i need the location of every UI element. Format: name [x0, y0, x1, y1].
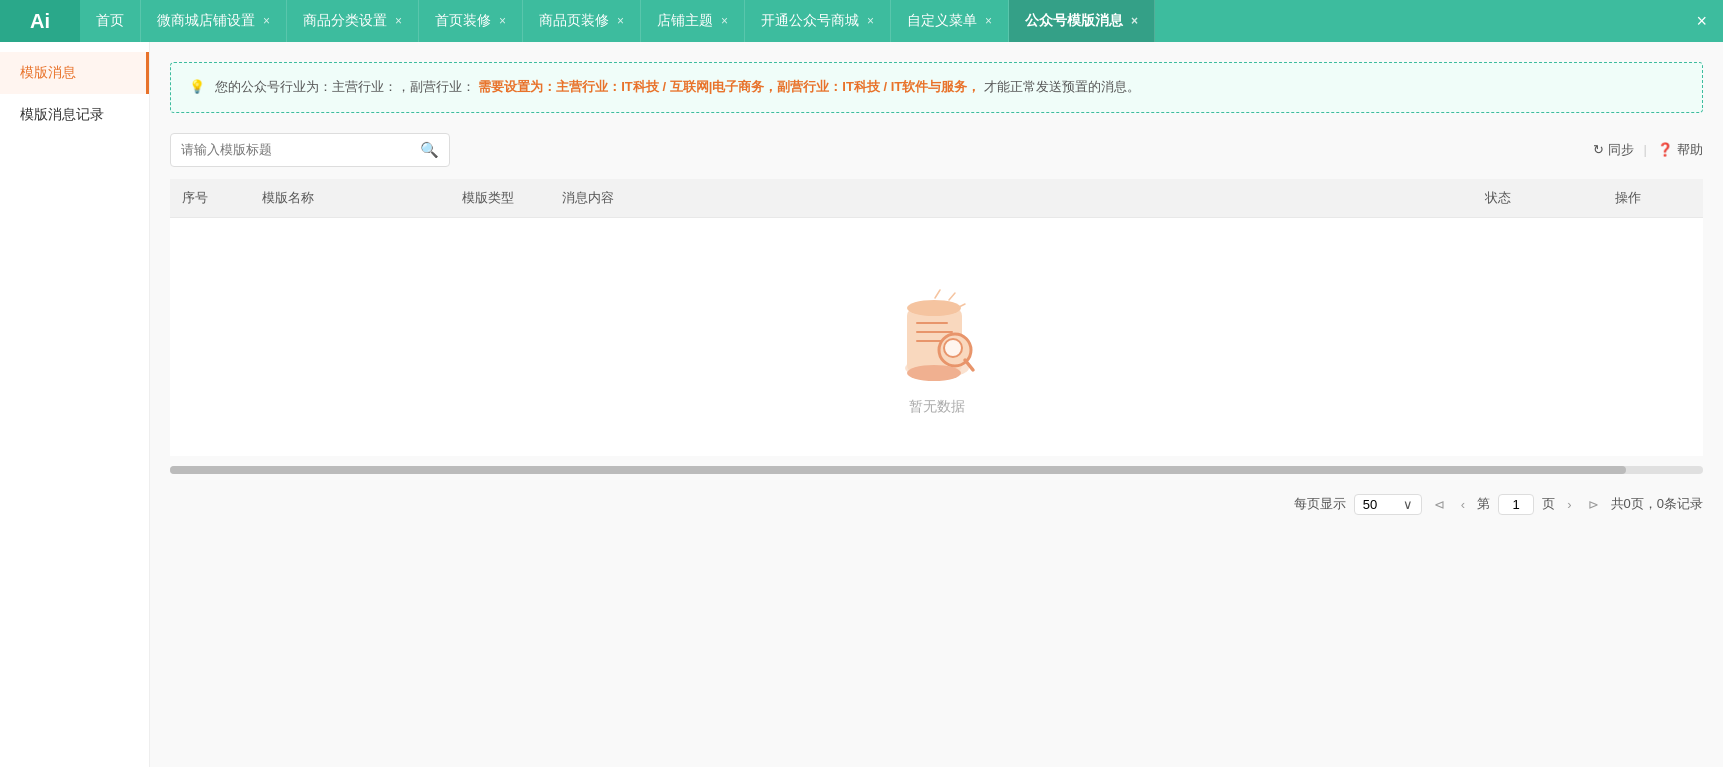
logo: Ai — [0, 0, 80, 42]
col-content: 消息内容 — [550, 179, 1473, 218]
page-unit-label: 页 — [1542, 495, 1555, 513]
notice-box: 💡 您的公众号行业为：主营行业：，副营行业： 需要设置为：主营行业：IT科技 /… — [170, 62, 1703, 113]
page-number-input[interactable] — [1498, 494, 1534, 515]
search-input[interactable] — [181, 142, 420, 157]
sidebar-item-template-msg[interactable]: 模版消息 — [0, 52, 149, 94]
sidebar-item-template-msg-label: 模版消息 — [20, 64, 76, 80]
tab-category-close[interactable]: × — [395, 14, 402, 28]
svg-line-10 — [935, 290, 940, 298]
sidebar-item-template-log[interactable]: 模版消息记录 — [0, 94, 149, 136]
col-index: 序号 — [170, 179, 250, 218]
sync-label: 同步 — [1608, 141, 1634, 159]
empty-state: 暂无数据 — [170, 218, 1703, 456]
tab-weishop-close[interactable]: × — [263, 14, 270, 28]
tab-mall[interactable]: 开通公众号商城 × — [745, 0, 891, 42]
tab-theme-close[interactable]: × — [721, 14, 728, 28]
search-icon[interactable]: 🔍 — [420, 141, 439, 159]
page-size-select[interactable]: 50 10 20 100 ∨ — [1354, 494, 1422, 515]
svg-point-3 — [907, 365, 961, 381]
tab-bar: Ai 首页 微商城店铺设置 × 商品分类设置 × 首页装修 × 商品页装修 × … — [0, 0, 1723, 42]
help-button[interactable]: ❓ 帮助 — [1657, 141, 1703, 159]
tab-product[interactable]: 商品页装修 × — [523, 0, 641, 42]
table-body: 暂无数据 — [170, 217, 1703, 456]
toolbar-divider: | — [1644, 142, 1647, 157]
tab-home[interactable]: 首页 — [80, 0, 141, 42]
empty-illustration — [877, 278, 997, 398]
prev-page-button[interactable]: ‹ — [1457, 495, 1469, 514]
tab-tmplmsg-label: 公众号模版消息 — [1025, 12, 1123, 30]
col-type: 模版类型 — [450, 179, 550, 218]
svg-line-11 — [949, 293, 955, 300]
tab-weishop-label: 微商城店铺设置 — [157, 12, 255, 30]
notice-suffix: 才能正常发送预置的消息。 — [984, 79, 1140, 94]
svg-point-8 — [944, 339, 962, 357]
tab-mall-close[interactable]: × — [867, 14, 874, 28]
page-label: 第 — [1477, 495, 1490, 513]
tab-custmenu-close[interactable]: × — [985, 14, 992, 28]
search-input-wrap: 🔍 — [170, 133, 450, 167]
chevron-down-icon: ∨ — [1403, 497, 1413, 512]
data-table: 序号 模版名称 模版类型 消息内容 状态 操作 — [170, 179, 1703, 456]
table-header: 序号 模版名称 模版类型 消息内容 状态 操作 — [170, 179, 1703, 218]
tab-product-close[interactable]: × — [617, 14, 624, 28]
tab-theme-label: 店铺主题 — [657, 12, 713, 30]
tab-mall-label: 开通公众号商城 — [761, 12, 859, 30]
search-bar: 🔍 ↻ 同步 | ❓ 帮助 — [170, 133, 1703, 167]
sync-button[interactable]: ↻ 同步 — [1593, 141, 1634, 159]
tab-product-label: 商品页装修 — [539, 12, 609, 30]
tab-category-label: 商品分类设置 — [303, 12, 387, 30]
col-action: 操作 — [1603, 179, 1703, 218]
notice-icon: 💡 — [189, 79, 205, 94]
tab-tmplmsg[interactable]: 公众号模版消息 × — [1009, 0, 1155, 42]
tab-homepage-close[interactable]: × — [499, 14, 506, 28]
tab-custmenu-label: 自定义菜单 — [907, 12, 977, 30]
notice-prefix: 您的公众号行业为：主营行业：，副营行业： — [215, 79, 475, 94]
tab-category[interactable]: 商品分类设置 × — [287, 0, 419, 42]
main-layout: 模版消息 模版消息记录 💡 您的公众号行业为：主营行业：，副营行业： 需要设置为… — [0, 42, 1723, 767]
tab-custmenu[interactable]: 自定义菜单 × — [891, 0, 1009, 42]
tab-home-label: 首页 — [96, 12, 124, 30]
help-icon: ❓ — [1657, 142, 1673, 157]
sync-icon: ↻ — [1593, 142, 1604, 157]
last-page-button[interactable]: ⊳ — [1584, 495, 1603, 514]
help-label: 帮助 — [1677, 141, 1703, 159]
tab-bar-close-all[interactable]: × — [1680, 0, 1723, 42]
total-info: 共0页，0条记录 — [1611, 495, 1703, 513]
tab-homepage-label: 首页装修 — [435, 12, 491, 30]
svg-point-2 — [907, 300, 961, 316]
toolbar-right: ↻ 同步 | ❓ 帮助 — [1593, 141, 1703, 159]
table-header-row: 序号 模版名称 模版类型 消息内容 状态 操作 — [170, 179, 1703, 218]
page-size-label: 每页显示 — [1294, 495, 1346, 513]
empty-state-row: 暂无数据 — [170, 217, 1703, 456]
empty-text: 暂无数据 — [909, 398, 965, 416]
scrollbar-track[interactable] — [170, 466, 1703, 474]
content-area: 💡 您的公众号行业为：主营行业：，副营行业： 需要设置为：主营行业：IT科技 /… — [150, 42, 1723, 767]
pagination: 每页显示 50 10 20 100 ∨ ⊲ ‹ 第 页 › ⊳ 共0页，0条记录 — [170, 484, 1703, 525]
sidebar: 模版消息 模版消息记录 — [0, 42, 150, 767]
tab-homepage[interactable]: 首页装修 × — [419, 0, 523, 42]
col-status: 状态 — [1473, 179, 1603, 218]
notice-highlight: 需要设置为：主营行业：IT科技 / 互联网|电子商务，副营行业：IT科技 / I… — [478, 79, 980, 94]
page-size-dropdown[interactable]: 50 10 20 100 — [1363, 497, 1399, 512]
tab-tmplmsg-close[interactable]: × — [1131, 14, 1138, 28]
next-page-button[interactable]: › — [1563, 495, 1575, 514]
scrollbar-thumb[interactable] — [170, 466, 1626, 474]
tab-theme[interactable]: 店铺主题 × — [641, 0, 745, 42]
first-page-button[interactable]: ⊲ — [1430, 495, 1449, 514]
col-name: 模版名称 — [250, 179, 450, 218]
sidebar-item-template-log-label: 模版消息记录 — [20, 106, 104, 122]
tab-weishop[interactable]: 微商城店铺设置 × — [141, 0, 287, 42]
